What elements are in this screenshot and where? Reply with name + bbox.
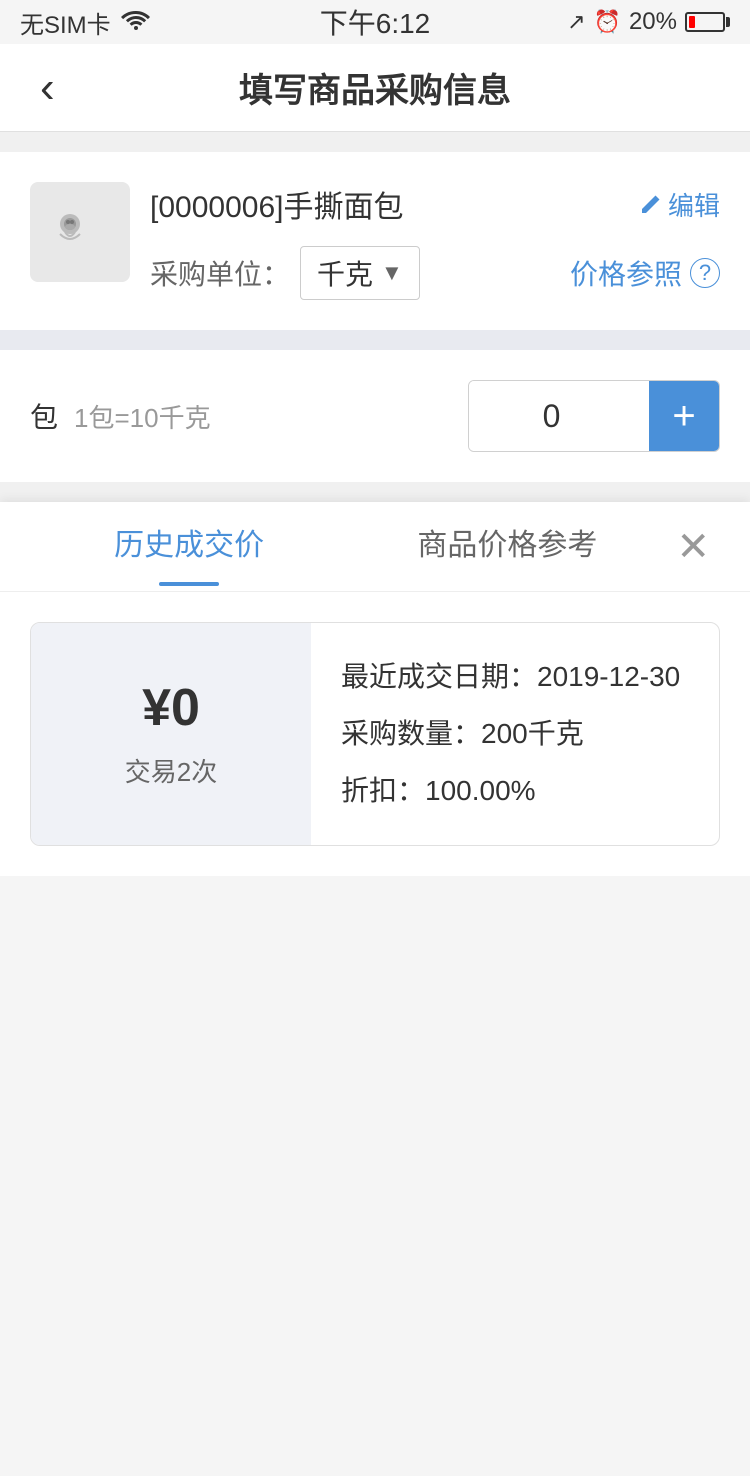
unit-badge: 包 [30,396,58,436]
quantity-row: 包 1包=10千克 + [0,350,750,482]
price-reference-button[interactable]: 价格参照 ? [570,253,720,293]
help-icon: ? [690,258,720,288]
edit-button[interactable]: 编辑 [640,186,720,223]
history-list: ¥0 交易2次 最近成交日期：2019-12-30 采购数量：200千克 折扣：… [0,592,750,876]
tab-history-price[interactable]: 历史成交价 [30,520,348,574]
alarm-icon: ⏰ [594,9,621,35]
status-time: 下午6:12 [320,2,431,42]
history-price: ¥0 [142,678,200,738]
recent-date-row: 最近成交日期：2019-12-30 [341,657,689,696]
unit-equiv: 1包=10千克 [74,398,211,435]
tabs: 历史成交价 商品价格参考 ✕ [0,502,750,592]
battery-percent: 20% [629,8,677,36]
quantity-control: + [468,380,720,452]
section-divider [0,330,750,350]
history-transactions: 交易2次 [125,752,217,789]
tab-price-reference[interactable]: 商品价格参考 [348,520,666,574]
product-unit-row: 采购单位： 千克 ▼ 价格参照 ? [150,246,720,300]
discount-row: 折扣：100.00% [341,771,689,810]
product-name: [0000006]手撕面包 [150,182,403,226]
history-card-left: ¥0 交易2次 [31,623,311,845]
history-card: ¥0 交易2次 最近成交日期：2019-12-30 采购数量：200千克 折扣：… [30,622,720,846]
battery-icon [685,12,730,32]
wifi-icon [121,8,151,37]
unit-select[interactable]: 千克 ▼ [300,246,420,300]
status-left: 无SIM卡 [20,5,151,40]
product-header: [0000006]手撕面包 编辑 [150,182,720,226]
quantity-left: 包 1包=10千克 [30,396,211,436]
history-card-right: 最近成交日期：2019-12-30 采购数量：200千克 折扣：100.00% [311,623,719,845]
quantity-input[interactable] [469,381,649,451]
unit-label: 采购单位： [150,253,290,293]
product-info: [0000006]手撕面包 编辑 采购单位： 千克 ▼ 价格参照 ? [150,182,720,300]
status-right: ↗ ⏰ 20% [567,8,730,36]
status-bar: 无SIM卡 下午6:12 ↗ ⏰ 20% [0,0,750,44]
bottom-sheet: 历史成交价 商品价格参考 ✕ ¥0 交易2次 最近成交日期：2019-12-30… [0,502,750,876]
unit-selector-group: 采购单位： 千克 ▼ [150,246,420,300]
close-button[interactable]: ✕ [667,514,721,580]
nav-bar: ‹ 填写商品采购信息 [0,44,750,132]
dropdown-arrow: ▼ [381,260,403,286]
page-title: 填写商品采购信息 [239,63,511,112]
location-icon: ↗ [567,9,585,35]
product-card: [0000006]手撕面包 编辑 采购单位： 千克 ▼ 价格参照 ? [0,152,750,330]
product-image [30,182,130,282]
quantity-plus-button[interactable]: + [649,381,719,451]
page-background [0,876,750,1476]
carrier-label: 无SIM卡 [20,5,111,40]
back-button[interactable]: ‹ [30,56,65,120]
purchase-quantity-row: 采购数量：200千克 [341,714,689,753]
